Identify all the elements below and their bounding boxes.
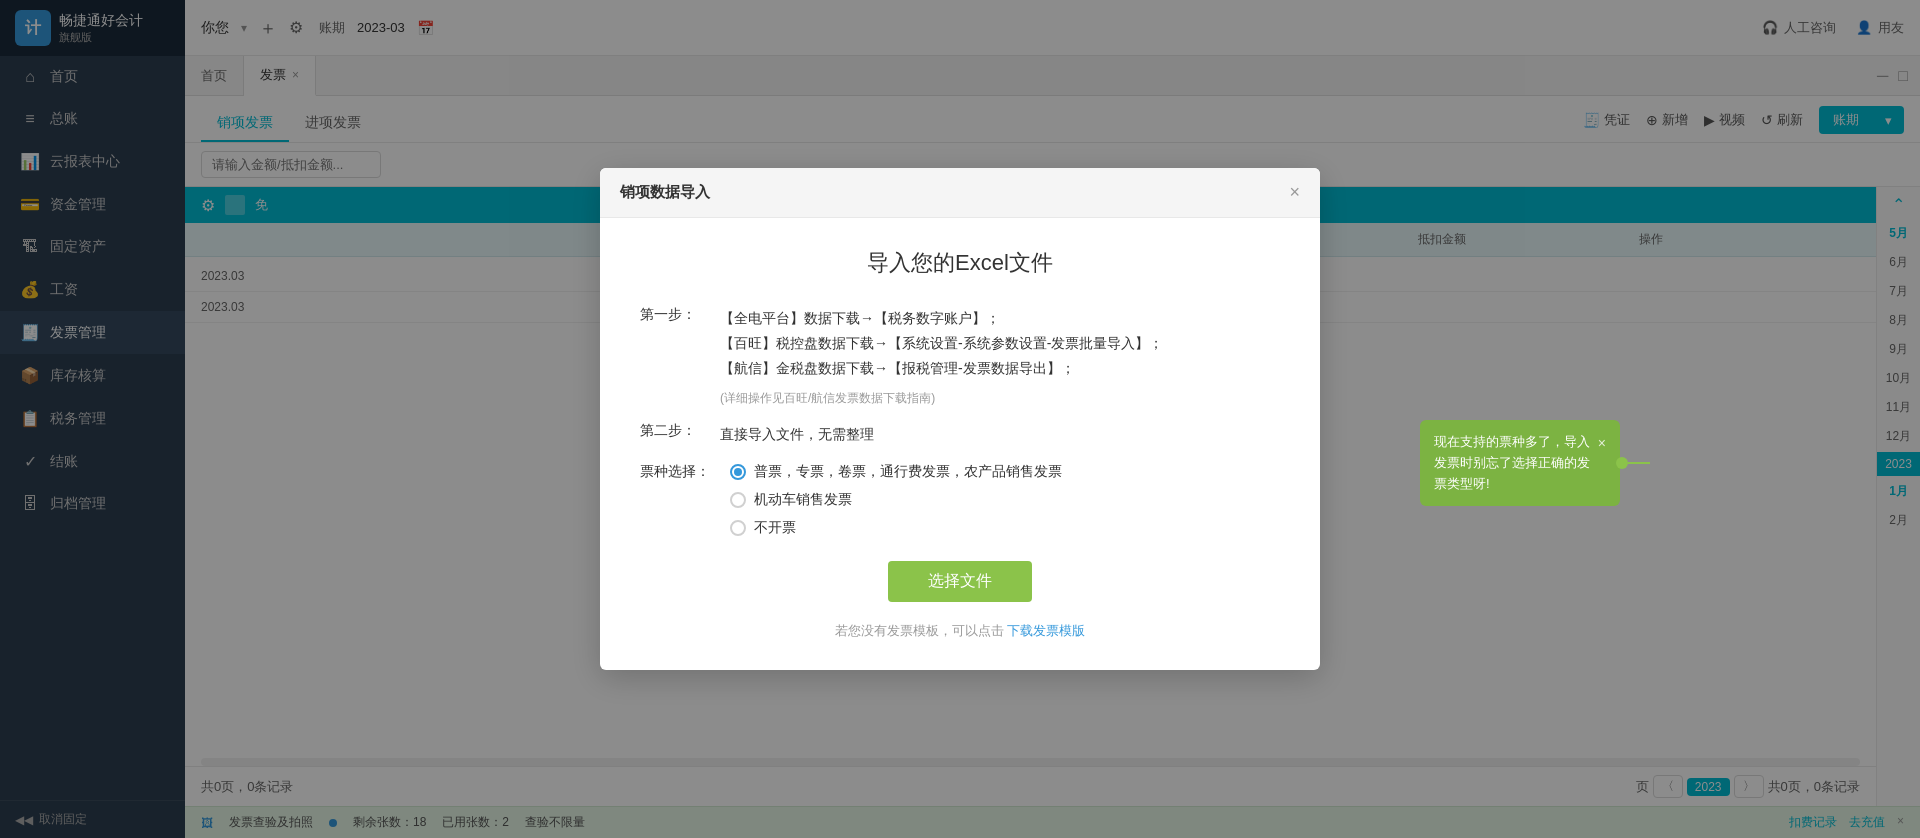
tooltip-line	[1628, 462, 1650, 464]
step2-content: 直接导入文件，无需整理	[720, 422, 1280, 447]
modal-body: 导入您的Excel文件 第一步： 【全电平台】数据下载→【税务数字账户】； 【百…	[600, 218, 1320, 671]
radio-no-ticket[interactable]: 不开票	[730, 519, 1062, 537]
step1-label: 第一步：	[640, 306, 720, 411]
radio-normal[interactable]: 普票，专票，卷票，通行费发票，农产品销售发票	[730, 463, 1062, 481]
tooltip-dot	[1616, 457, 1628, 469]
download-template-link[interactable]: 下载发票模版	[1007, 623, 1085, 638]
radio-group: 普票，专票，卷票，通行费发票，农产品销售发票 机动车销售发票 不开票	[720, 463, 1062, 537]
step1-guide-link[interactable]: (详细操作见百旺/航信发票数据下载指南)	[720, 391, 935, 405]
radio-circle-vehicle	[730, 492, 746, 508]
modal-footer: 若您没有发票模板，可以点击 下载发票模版	[640, 622, 1280, 640]
modal-header: 销项数据导入 ×	[600, 168, 1320, 218]
step2-row: 第二步： 直接导入文件，无需整理	[640, 422, 1280, 447]
modal-title: 销项数据导入	[620, 183, 710, 202]
radio-circle-no-ticket	[730, 520, 746, 536]
select-file-button[interactable]: 选择文件	[888, 561, 1032, 602]
modal-overlay: 销项数据导入 × 导入您的Excel文件 第一步： 【全电平台】数据下载→【税务…	[0, 0, 1920, 838]
tooltip-close-btn[interactable]: ×	[1598, 432, 1606, 454]
radio-vehicle-label: 机动车销售发票	[754, 491, 852, 509]
tooltip-box: × 现在支持的票种多了，导入发票时别忘了选择正确的发票类型呀!	[1420, 420, 1620, 506]
radio-dot-normal	[734, 468, 742, 476]
tooltip-text: 现在支持的票种多了，导入发票时别忘了选择正确的发票类型呀!	[1434, 434, 1590, 491]
step1-line3: 【航信】金税盘数据下载→【报税管理-发票数据导出】；	[720, 356, 1280, 381]
step1-content: 【全电平台】数据下载→【税务数字账户】； 【百旺】税控盘数据下载→【系统设置-系…	[720, 306, 1280, 411]
radio-circle-normal	[730, 464, 746, 480]
radio-vehicle[interactable]: 机动车销售发票	[730, 491, 1062, 509]
import-modal: 销项数据导入 × 导入您的Excel文件 第一步： 【全电平台】数据下载→【税务…	[600, 168, 1320, 671]
ticket-row: 票种选择： 普票，专票，卷票，通行费发票，农产品销售发票 机动车销售发票	[640, 463, 1280, 537]
step1-link-container: (详细操作见百旺/航信发票数据下载指南)	[720, 385, 1280, 410]
step1-row: 第一步： 【全电平台】数据下载→【税务数字账户】； 【百旺】税控盘数据下载→【系…	[640, 306, 1280, 411]
step1-line1: 【全电平台】数据下载→【税务数字账户】；	[720, 306, 1280, 331]
step1-line2: 【百旺】税控盘数据下载→【系统设置-系统参数设置-发票批量导入】；	[720, 331, 1280, 356]
modal-close-button[interactable]: ×	[1289, 182, 1300, 203]
modal-main-title: 导入您的Excel文件	[640, 248, 1280, 278]
ticket-label: 票种选择：	[640, 463, 720, 481]
radio-no-ticket-label: 不开票	[754, 519, 796, 537]
modal-footer-text: 若您没有发票模板，可以点击	[835, 623, 1004, 638]
radio-normal-label: 普票，专票，卷票，通行费发票，农产品销售发票	[754, 463, 1062, 481]
step2-label: 第二步：	[640, 422, 720, 447]
